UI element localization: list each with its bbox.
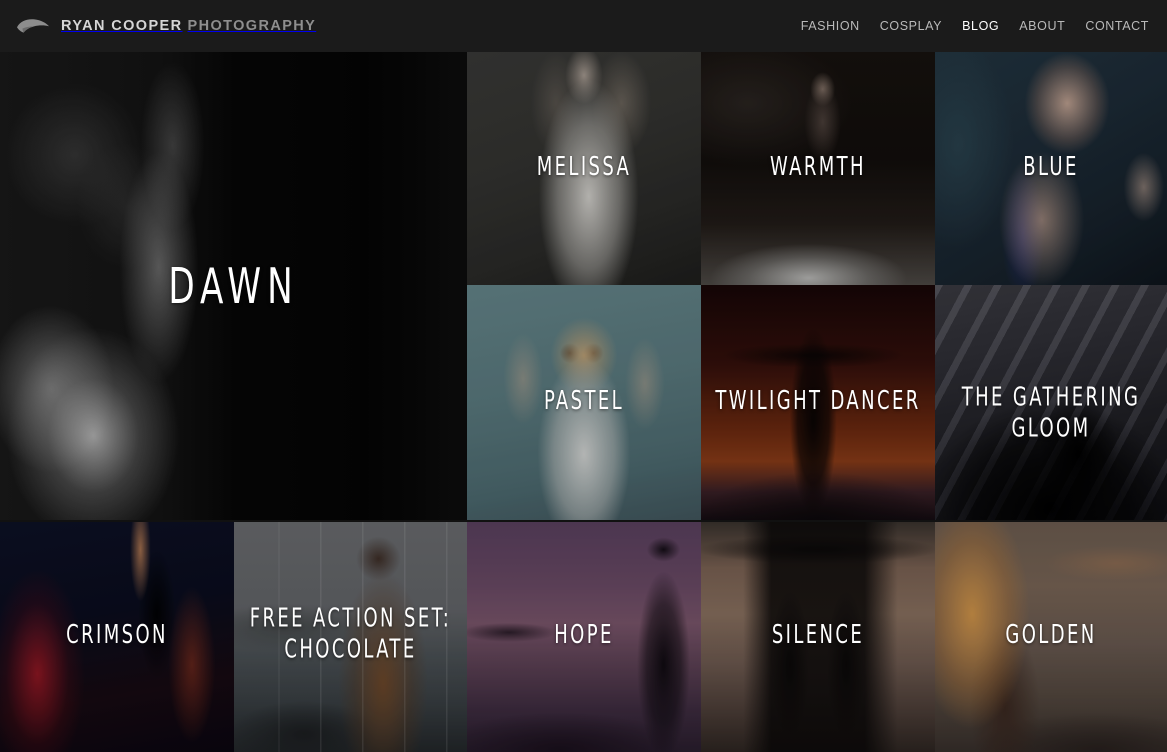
brand-text: RYAN COOPER PHOTOGRAPHY bbox=[61, 18, 316, 34]
gallery-tile-hope[interactable]: HOPE bbox=[467, 522, 701, 752]
gallery-tile-warmth[interactable]: WARMTH bbox=[701, 52, 935, 285]
site-header: RYAN COOPER PHOTOGRAPHY FASHION COSPLAY B… bbox=[0, 0, 1167, 52]
gallery-tile-free-action-set-chocolate[interactable]: FREE ACTION SET: CHOCOLATE bbox=[234, 522, 467, 752]
gallery-tile-silence[interactable]: SILENCE bbox=[701, 522, 935, 752]
gallery-tile-pastel[interactable]: PASTEL bbox=[467, 285, 701, 520]
tile-title: THE GATHERING GLOOM bbox=[961, 380, 1141, 442]
tile-title: GOLDEN bbox=[1005, 618, 1097, 650]
tile-title: FREE ACTION SET: CHOCOLATE bbox=[249, 601, 452, 664]
gallery-tile-melissa[interactable]: MELISSA bbox=[467, 52, 701, 285]
brand-sub: PHOTOGRAPHY bbox=[187, 18, 317, 34]
tile-title: PASTEL bbox=[543, 383, 625, 415]
tile-title: MELISSA bbox=[536, 149, 632, 181]
gallery-grid: DAWN MELISSA WARMTH BLUE PASTEL TWILIGHT… bbox=[0, 52, 1167, 752]
brand-name: RYAN COOPER bbox=[61, 18, 183, 34]
tile-title: DAWN bbox=[168, 257, 299, 315]
nav-item-about[interactable]: ABOUT bbox=[1019, 19, 1065, 33]
tile-title: BLUE bbox=[1023, 149, 1079, 181]
tile-title: SILENCE bbox=[771, 618, 865, 650]
gallery-tile-dawn[interactable]: DAWN bbox=[0, 52, 467, 520]
tile-title: WARMTH bbox=[770, 149, 866, 181]
gallery-tile-the-gathering-gloom[interactable]: THE GATHERING GLOOM bbox=[935, 285, 1167, 520]
leaf-icon bbox=[16, 18, 50, 34]
gallery-tile-twilight-dancer[interactable]: TWILIGHT DANCER bbox=[701, 285, 935, 520]
nav-item-blog[interactable]: BLOG bbox=[962, 19, 999, 33]
gallery-tile-blue[interactable]: BLUE bbox=[935, 52, 1167, 285]
nav-item-fashion[interactable]: FASHION bbox=[801, 19, 860, 33]
nav-item-cosplay[interactable]: COSPLAY bbox=[880, 19, 942, 33]
nav-item-contact[interactable]: CONTACT bbox=[1085, 19, 1149, 33]
tile-title: CRIMSON bbox=[66, 618, 168, 650]
tile-title: TWILIGHT DANCER bbox=[715, 383, 921, 415]
gallery-tile-golden[interactable]: GOLDEN bbox=[935, 522, 1167, 752]
gallery-tile-crimson[interactable]: CRIMSON bbox=[0, 522, 234, 752]
main-nav: FASHION COSPLAY BLOG ABOUT CONTACT bbox=[801, 19, 1149, 33]
tile-title: HOPE bbox=[554, 618, 614, 650]
brand-logo-link[interactable]: RYAN COOPER PHOTOGRAPHY bbox=[16, 18, 316, 34]
